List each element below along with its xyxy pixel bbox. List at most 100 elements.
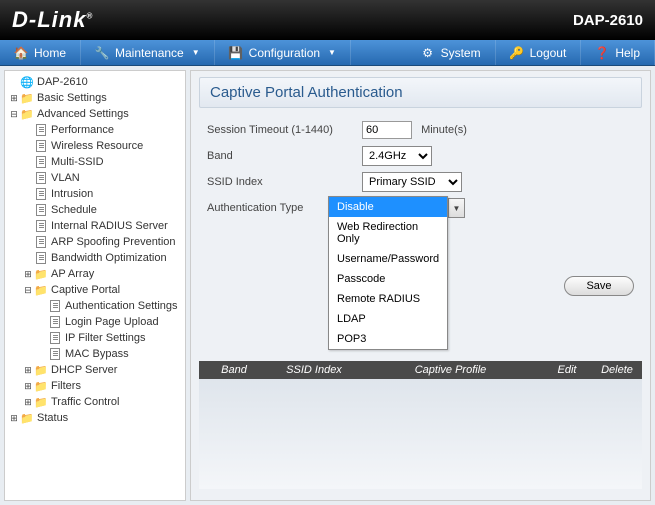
ssid-index-select[interactable]: Primary SSID <box>362 172 462 192</box>
auth-option-web-redirection-only[interactable]: Web Redirection Only <box>329 217 447 249</box>
auth-option-username-password[interactable]: Username/Password <box>329 249 447 269</box>
tree-node-filters[interactable]: ⊞📁Filters <box>8 378 182 394</box>
ssid-index-label: SSID Index <box>207 176 362 188</box>
session-timeout-input[interactable] <box>362 121 412 139</box>
page-icon <box>34 171 48 185</box>
tree-spacer <box>8 76 20 88</box>
expand-icon[interactable]: ⊞ <box>22 268 34 280</box>
app-header: D-Link® DAP-2610 <box>0 0 655 40</box>
menu-home[interactable]: 🏠Home <box>0 40 81 65</box>
folder-icon: 📁 <box>34 363 48 377</box>
dropdown-arrow-icon: ▼ <box>448 199 464 217</box>
page-icon <box>34 139 48 153</box>
menu-maintenance[interactable]: 🔧Maintenance▼ <box>81 40 215 65</box>
menu-help[interactable]: ❓Help <box>581 40 655 65</box>
tree-node-ip-filter-settings[interactable]: IP Filter Settings <box>8 330 182 346</box>
tree-spacer <box>36 332 48 344</box>
help-icon: ❓ <box>595 46 609 60</box>
page-icon <box>48 315 62 329</box>
tree-node-schedule[interactable]: Schedule <box>8 202 182 218</box>
chevron-down-icon: ▼ <box>328 48 336 57</box>
tree-label: IP Filter Settings <box>65 332 146 344</box>
auth-type-dropdown[interactable]: DisableWeb Redirection OnlyUsername/Pass… <box>328 196 448 350</box>
folder-icon: 📁 <box>34 267 48 281</box>
expand-icon[interactable]: ⊞ <box>8 92 20 104</box>
tree-node-ap-array[interactable]: ⊞📁AP Array <box>8 266 182 282</box>
model-label: DAP-2610 <box>573 12 643 29</box>
band-label: Band <box>207 150 362 162</box>
profile-table-header: Band SSID Index Captive Profile Edit Del… <box>199 361 642 379</box>
folder-icon: 📁 <box>34 395 48 409</box>
tree-label: Filters <box>51 380 81 392</box>
page-icon <box>34 187 48 201</box>
tree-node-traffic-control[interactable]: ⊞📁Traffic Control <box>8 394 182 410</box>
key-icon: 🔑 <box>510 46 524 60</box>
th-captive-profile: Captive Profile <box>359 364 542 376</box>
tree-node-bandwidth-optimization[interactable]: Bandwidth Optimization <box>8 250 182 266</box>
tree-node-authentication-settings[interactable]: Authentication Settings <box>8 298 182 314</box>
tree-spacer <box>36 316 48 328</box>
tree-node-mac-bypass[interactable]: MAC Bypass <box>8 346 182 362</box>
expand-icon[interactable]: ⊞ <box>22 380 34 392</box>
menu-system[interactable]: ⚙System <box>407 40 496 65</box>
tree-node-performance[interactable]: Performance <box>8 122 182 138</box>
page-icon <box>34 123 48 137</box>
page-icon <box>34 155 48 169</box>
tree-spacer <box>36 348 48 360</box>
brand-logo: D-Link® <box>12 7 93 33</box>
menu-configuration[interactable]: 💾Configuration▼ <box>215 40 351 65</box>
menu-label: Logout <box>530 46 567 60</box>
row-band: Band 2.4GHz <box>207 144 634 168</box>
folder-icon: 📁 <box>20 411 34 425</box>
navigation-tree: 🌐DAP-2610⊞📁Basic Settings⊟📁Advanced Sett… <box>4 70 186 501</box>
tree-node-basic-settings[interactable]: ⊞📁Basic Settings <box>8 90 182 106</box>
row-ssid: SSID Index Primary SSID <box>207 170 634 194</box>
tree-node-login-page-upload[interactable]: Login Page Upload <box>8 314 182 330</box>
save-button[interactable]: Save <box>564 276 634 296</box>
folder-icon: 📁 <box>20 107 34 121</box>
tree-node-arp-spoofing-prevention[interactable]: ARP Spoofing Prevention <box>8 234 182 250</box>
folder-icon: 📁 <box>34 283 48 297</box>
collapse-icon[interactable]: ⊟ <box>22 284 34 296</box>
collapse-icon[interactable]: ⊟ <box>8 108 20 120</box>
page-icon <box>48 299 62 313</box>
band-select[interactable]: 2.4GHz <box>362 146 432 166</box>
tree-spacer <box>22 124 34 136</box>
auth-option-passcode[interactable]: Passcode <box>329 269 447 289</box>
session-timeout-label: Session Timeout (1-1440) <box>207 124 362 136</box>
tree-node-dap-2610[interactable]: 🌐DAP-2610 <box>8 74 182 90</box>
tree-label: Multi-SSID <box>51 156 104 168</box>
profile-table-body <box>199 379 642 489</box>
tree-label: Wireless Resource <box>51 140 143 152</box>
tree-node-captive-portal[interactable]: ⊟📁Captive Portal <box>8 282 182 298</box>
expand-icon[interactable]: ⊞ <box>22 364 34 376</box>
expand-icon[interactable]: ⊞ <box>22 396 34 408</box>
page-icon <box>34 251 48 265</box>
tree-label: DHCP Server <box>51 364 117 376</box>
auth-option-pop3[interactable]: POP3 <box>329 329 447 349</box>
tree-node-status[interactable]: ⊞📁Status <box>8 410 182 426</box>
auth-option-ldap[interactable]: LDAP <box>329 309 447 329</box>
page-icon <box>48 331 62 345</box>
page-title: Captive Portal Authentication <box>199 77 642 108</box>
tree-label: Performance <box>51 124 114 136</box>
tree-node-dhcp-server[interactable]: ⊞📁DHCP Server <box>8 362 182 378</box>
tree-node-multi-ssid[interactable]: Multi-SSID <box>8 154 182 170</box>
tree-node-internal-radius-server[interactable]: Internal RADIUS Server <box>8 218 182 234</box>
tree-node-advanced-settings[interactable]: ⊟📁Advanced Settings <box>8 106 182 122</box>
tree-node-wireless-resource[interactable]: Wireless Resource <box>8 138 182 154</box>
globe-icon: 🌐 <box>20 75 34 89</box>
gear-icon: ⚙ <box>421 46 435 60</box>
expand-icon[interactable]: ⊞ <box>8 412 20 424</box>
tree-node-vlan[interactable]: VLAN <box>8 170 182 186</box>
menu-label: Home <box>34 46 66 60</box>
auth-option-disable[interactable]: Disable <box>329 197 447 217</box>
session-unit-label: Minute(s) <box>421 124 467 136</box>
tree-spacer <box>22 188 34 200</box>
menu-logout[interactable]: 🔑 Logout <box>496 40 582 65</box>
tree-node-intrusion[interactable]: Intrusion <box>8 186 182 202</box>
tree-spacer <box>22 236 34 248</box>
auth-option-remote-radius[interactable]: Remote RADIUS <box>329 289 447 309</box>
tree-label: Login Page Upload <box>65 316 159 328</box>
tree-spacer <box>36 300 48 312</box>
